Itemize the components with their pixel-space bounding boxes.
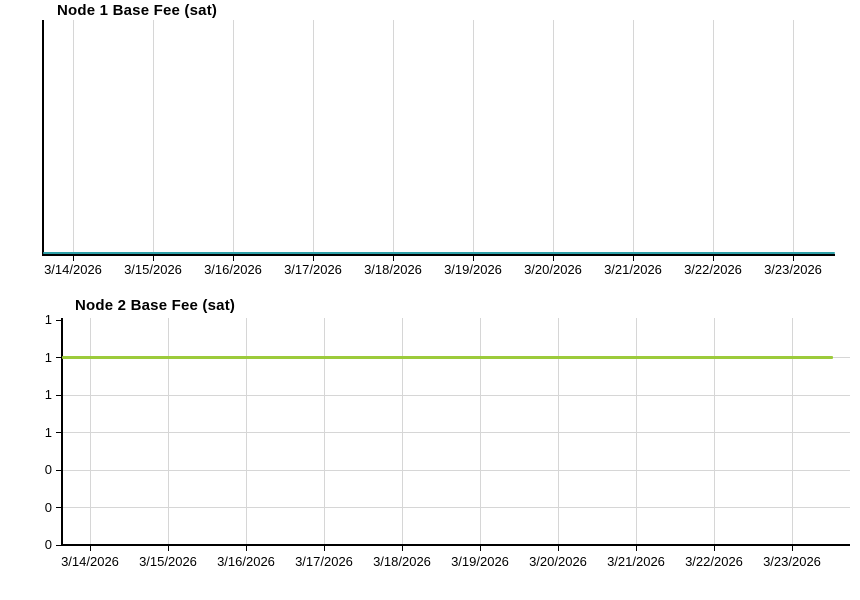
x-tick-mark [714, 545, 715, 551]
x-tick-label: 3/23/2026 [750, 554, 834, 569]
gridline-vertical [473, 20, 474, 255]
y-axis-line [61, 318, 63, 546]
x-tick-mark [792, 545, 793, 551]
x-tick-mark [233, 255, 234, 261]
x-tick-mark [473, 255, 474, 261]
x-tick-label: 3/14/2026 [48, 554, 132, 569]
x-axis-line [42, 254, 835, 256]
x-tick-mark [633, 255, 634, 261]
x-tick-mark [393, 255, 394, 261]
x-tick-label: 3/17/2026 [282, 554, 366, 569]
x-tick-label: 3/21/2026 [591, 262, 675, 277]
gridline-vertical [393, 20, 394, 255]
gridline-vertical [553, 20, 554, 255]
x-tick-mark [480, 545, 481, 551]
gridline-vertical [233, 20, 234, 255]
x-tick-label: 3/16/2026 [191, 262, 275, 277]
x-tick-mark [324, 545, 325, 551]
x-tick-mark [558, 545, 559, 551]
dual-chart-canvas: Node 1 Base Fee (sat) Node 2 Base Fee (s… [0, 0, 860, 600]
gridline-vertical [633, 20, 634, 255]
x-tick-label: 3/18/2026 [351, 262, 435, 277]
x-tick-mark [553, 255, 554, 261]
x-tick-label: 3/22/2026 [672, 554, 756, 569]
y-tick-label: 0 [28, 537, 52, 552]
x-tick-mark [168, 545, 169, 551]
series-line-node1 [43, 252, 835, 255]
gridline-vertical [713, 20, 714, 255]
gridline-vertical [313, 20, 314, 255]
y-tick-label: 1 [28, 312, 52, 327]
chart2-title: Node 2 Base Fee (sat) [75, 297, 235, 314]
x-tick-mark [246, 545, 247, 551]
x-tick-label: 3/17/2026 [271, 262, 355, 277]
y-tick-label: 1 [28, 387, 52, 402]
gridline-horizontal [62, 432, 850, 433]
y-axis-line [42, 20, 44, 256]
x-tick-label: 3/15/2026 [126, 554, 210, 569]
gridline-vertical [153, 20, 154, 255]
x-tick-label: 3/23/2026 [751, 262, 835, 277]
x-tick-label: 3/19/2026 [438, 554, 522, 569]
x-tick-mark [793, 255, 794, 261]
gridline-vertical [793, 20, 794, 255]
x-tick-label: 3/20/2026 [516, 554, 600, 569]
y-tick-label: 0 [28, 500, 52, 515]
chart1-title: Node 1 Base Fee (sat) [57, 2, 217, 19]
x-tick-label: 3/21/2026 [594, 554, 678, 569]
gridline-vertical [73, 20, 74, 255]
x-tick-mark [402, 545, 403, 551]
x-tick-mark [73, 255, 74, 261]
x-tick-mark [713, 255, 714, 261]
x-tick-label: 3/18/2026 [360, 554, 444, 569]
series-line-node2 [62, 356, 833, 359]
x-tick-mark [90, 545, 91, 551]
x-tick-mark [153, 255, 154, 261]
gridline-horizontal [62, 507, 850, 508]
x-tick-label: 3/19/2026 [431, 262, 515, 277]
x-tick-label: 3/22/2026 [671, 262, 755, 277]
y-tick-label: 1 [28, 425, 52, 440]
x-axis-line [61, 544, 850, 546]
gridline-horizontal [62, 470, 850, 471]
x-tick-label: 3/16/2026 [204, 554, 288, 569]
x-tick-label: 3/20/2026 [511, 262, 595, 277]
x-tick-label: 3/15/2026 [111, 262, 195, 277]
y-tick-label: 1 [28, 350, 52, 365]
gridline-horizontal [62, 395, 850, 396]
x-tick-mark [313, 255, 314, 261]
x-tick-label: 3/14/2026 [31, 262, 115, 277]
y-tick-label: 0 [28, 462, 52, 477]
x-tick-mark [636, 545, 637, 551]
